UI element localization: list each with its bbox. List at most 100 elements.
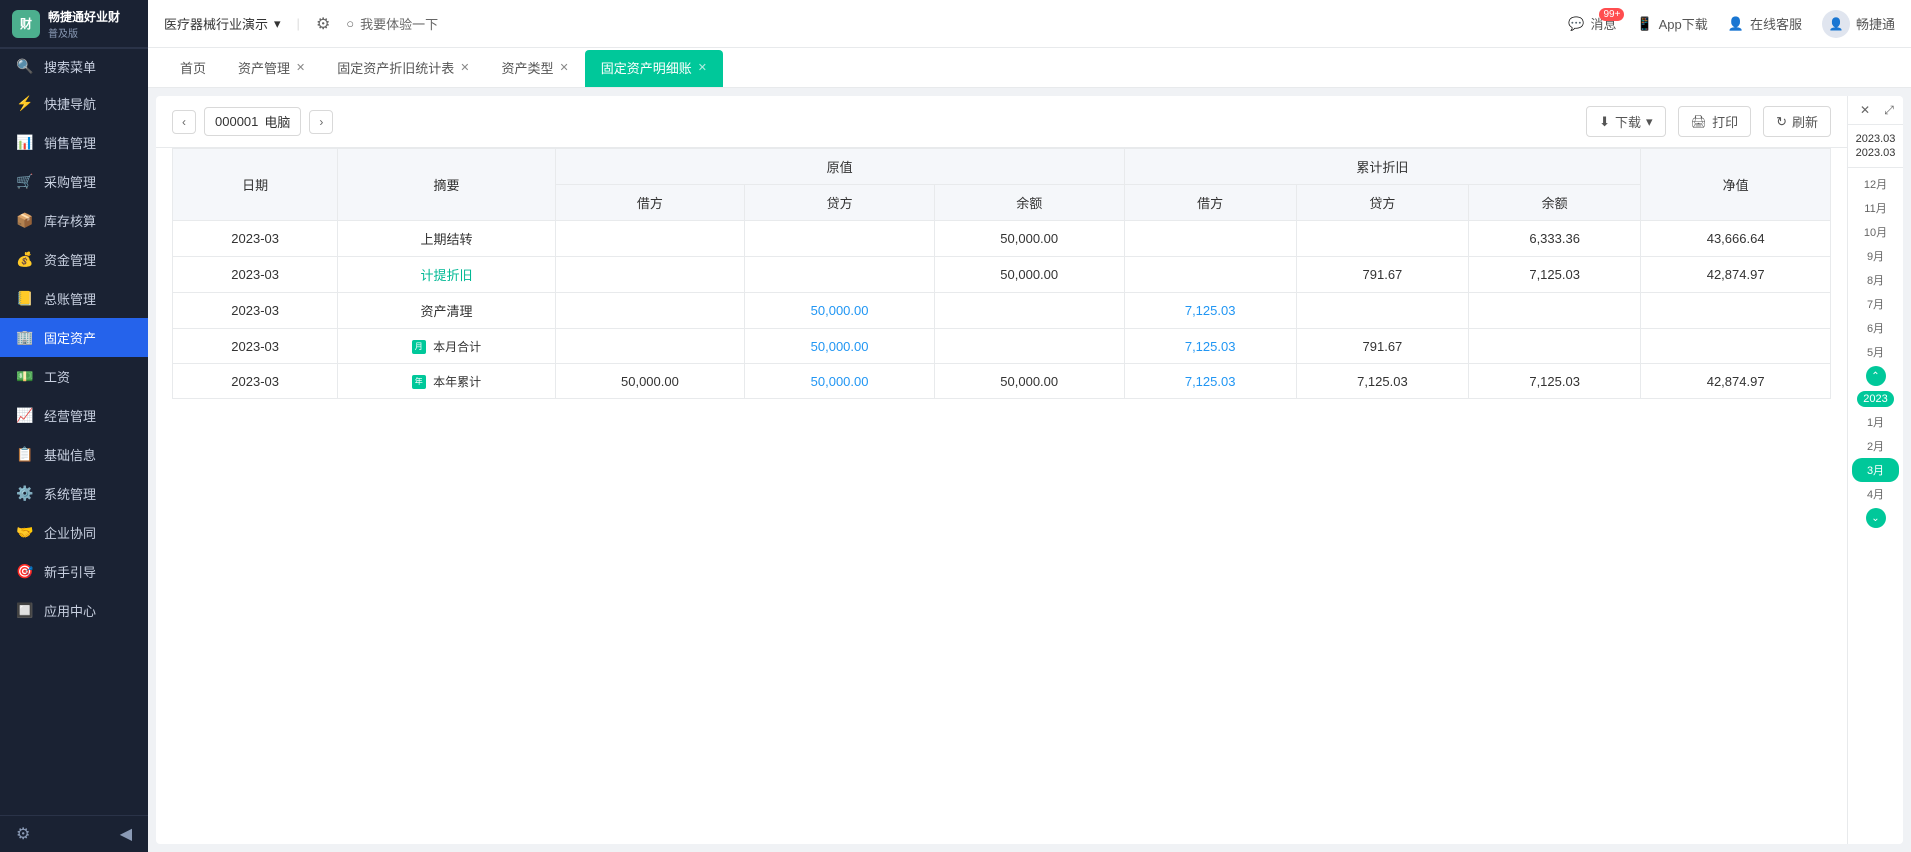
cell-orig-balance: 50,000.00 [934,364,1124,399]
timeline-month-item[interactable]: 3月 [1852,458,1899,482]
cell-orig-balance: 50,000.00 [934,257,1124,293]
enterprise-icon: 🤝 [16,524,34,542]
cell-orig-credit [745,257,935,293]
sidebar-item-system[interactable]: ⚙️ 系统管理 [0,474,148,513]
sidebar-item-quick-nav[interactable]: ⚡ 快捷导航 [0,84,148,123]
logo-subtitle: 普及版 [48,25,120,40]
online-service-button[interactable]: 👤 在线客服 [1728,14,1802,33]
tab-close-icon[interactable]: ✕ [698,61,707,74]
sidebar-item-label: 采购管理 [44,172,96,191]
left-panel: ‹ 000001 电脑 › ⬇ 下载 ▾ 🖨 打印 [156,96,1847,844]
cell-date: 2023-03 [173,293,338,329]
cell-accum-balance: 6,333.36 [1469,221,1641,257]
cell-date: 2023-03 [173,364,338,399]
timeline-scroll[interactable]: 12月11月10月9月8月7月6月5月⌃20231月2月3月4月⌄ [1848,168,1903,844]
ledger-icon: 📒 [16,290,34,308]
sidebar-item-sales[interactable]: 📊 销售管理 [0,123,148,162]
sidebar-item-label: 企业协同 [44,523,96,542]
tab-close-icon[interactable]: ✕ [560,61,569,74]
panel-header-controls: ✕ ⤢ [1848,96,1903,125]
tab-depreciation-stats[interactable]: 固定资产折旧统计表✕ [321,50,485,87]
experience-button[interactable]: ○ 我要体验一下 [346,14,438,33]
sidebar-item-inventory[interactable]: 📦 库存核算 [0,201,148,240]
cell-accum-debit [1124,257,1296,293]
sidebar-item-label: 固定资产 [44,328,96,347]
sidebar-footer: ⚙ ◀ [0,815,148,852]
cell-orig-balance: 50,000.00 [934,221,1124,257]
cell-accum-debit: 7,125.03 [1124,329,1296,364]
prev-arrow[interactable]: ‹ [172,110,196,134]
tab-close-icon[interactable]: ✕ [460,61,469,74]
timeline-month-item[interactable]: 12月 [1848,172,1903,196]
tab-asset-mgmt[interactable]: 资产管理✕ [222,50,321,87]
logo-text-block: 畅捷通好业财 普及版 [48,8,120,40]
project-selector[interactable]: 医疗器械行业演示 ▾ [164,14,281,33]
tab-home[interactable]: 首页 [164,50,222,87]
cell-accum-credit: 791.67 [1296,329,1468,364]
timeline-month-item[interactable]: 8月 [1848,268,1903,292]
settings-icon[interactable]: ⚙ [16,824,30,844]
app-download-button[interactable]: 📱 App下载 [1636,14,1707,33]
timeline-month-item[interactable]: 4月 [1848,482,1903,506]
dropdown-arrow-icon: ▾ [274,16,281,32]
tab-asset-detail[interactable]: 固定资产明细账✕ [585,50,723,87]
timeline-scroll-down[interactable]: ⌄ [1866,508,1886,528]
toolbar-right: ⬇ 下载 ▾ 🖨 打印 ↻ 刷新 [1586,106,1831,137]
refresh-icon: ↻ [1776,114,1787,130]
cell-orig-debit [555,221,745,257]
timeline-month-item[interactable]: 10月 [1848,220,1903,244]
sidebar-item-ledger[interactable]: 📒 总账管理 [0,279,148,318]
tab-close-icon[interactable]: ✕ [296,61,305,74]
username: 畅捷通 [1856,14,1895,33]
messages-button[interactable]: 💬 消息 99+ [1568,14,1616,33]
timeline-month-item[interactable]: 2月 [1848,434,1903,458]
refresh-button[interactable]: ↻ 刷新 [1763,106,1831,137]
sidebar-item-funds[interactable]: 💰 资金管理 [0,240,148,279]
sidebar-item-search[interactable]: 🔍 搜索菜单 [0,48,148,84]
table-row: 2023-03 年 本年累计 50,000.00 50,000.00 50,00… [173,364,1831,399]
timeline-scroll-up[interactable]: ⌃ [1866,366,1886,386]
timeline-month-item[interactable]: 9月 [1848,244,1903,268]
collapse-sidebar-icon[interactable]: ◀ [120,824,132,844]
timeline-date1: 2023.03 [1852,133,1899,145]
sidebar-item-payroll[interactable]: 💵 工资 [0,357,148,396]
download-icon: ⬇ [1599,114,1610,130]
sidebar-item-label: 销售管理 [44,133,96,152]
col-net-value: 净值 [1641,149,1831,221]
sidebar-item-apps[interactable]: 🔲 应用中心 [0,591,148,630]
timeline-month-item[interactable]: 6月 [1848,316,1903,340]
settings-button[interactable]: ⚙ [316,14,330,34]
timeline-month-item[interactable]: 5月 [1848,340,1903,364]
purchase-icon: 🛒 [16,173,34,191]
timeline-month-item[interactable]: 7月 [1848,292,1903,316]
download-button[interactable]: ⬇ 下载 ▾ [1586,106,1665,137]
timeline-month-item[interactable]: 11月 [1848,196,1903,220]
table-row: 2023-03 月 本月合计 50,000.00 7,125.03 791.67 [173,329,1831,364]
col-accum-credit: 贷方 [1296,185,1468,221]
sidebar-item-purchase[interactable]: 🛒 采购管理 [0,162,148,201]
cell-summary: 月 本月合计 [338,329,555,364]
main-area: 医疗器械行业演示 ▾ | ⚙ ○ 我要体验一下 💬 消息 99+ 📱 App下载… [148,0,1911,852]
timeline-date2: 2023.03 [1852,147,1899,159]
cell-orig-debit [555,293,745,329]
print-button[interactable]: 🖨 打印 [1678,106,1752,137]
timeline-month-item[interactable]: 1月 [1848,410,1903,434]
sidebar-item-enterprise[interactable]: 🤝 企业协同 [0,513,148,552]
sidebar-nav: 🔍 搜索菜单 ⚡ 快捷导航 📊 销售管理 🛒 采购管理 📦 库存核算 💰 资金管… [0,48,148,815]
tab-asset-type[interactable]: 资产类型✕ [485,50,584,87]
sidebar-item-operations[interactable]: 📈 经营管理 [0,396,148,435]
apps-icon: 🔲 [16,602,34,620]
expand-panel-button[interactable]: ⤢ [1879,100,1899,120]
sidebar-item-label: 总账管理 [44,289,96,308]
user-menu[interactable]: 👤 畅捷通 [1822,10,1895,38]
fixed-assets-icon: 🏢 [16,329,34,347]
cell-orig-credit: 50,000.00 [745,293,935,329]
next-arrow[interactable]: › [309,110,333,134]
cell-date: 2023-03 [173,257,338,293]
sidebar-item-fixed-assets[interactable]: 🏢 固定资产 [0,318,148,357]
sidebar-item-basic-info[interactable]: 📋 基础信息 [0,435,148,474]
sidebar-item-label: 新手引导 [44,562,96,581]
sidebar-item-guide[interactable]: 🎯 新手引导 [0,552,148,591]
cell-orig-debit [555,257,745,293]
close-panel-button[interactable]: ✕ [1855,100,1875,120]
